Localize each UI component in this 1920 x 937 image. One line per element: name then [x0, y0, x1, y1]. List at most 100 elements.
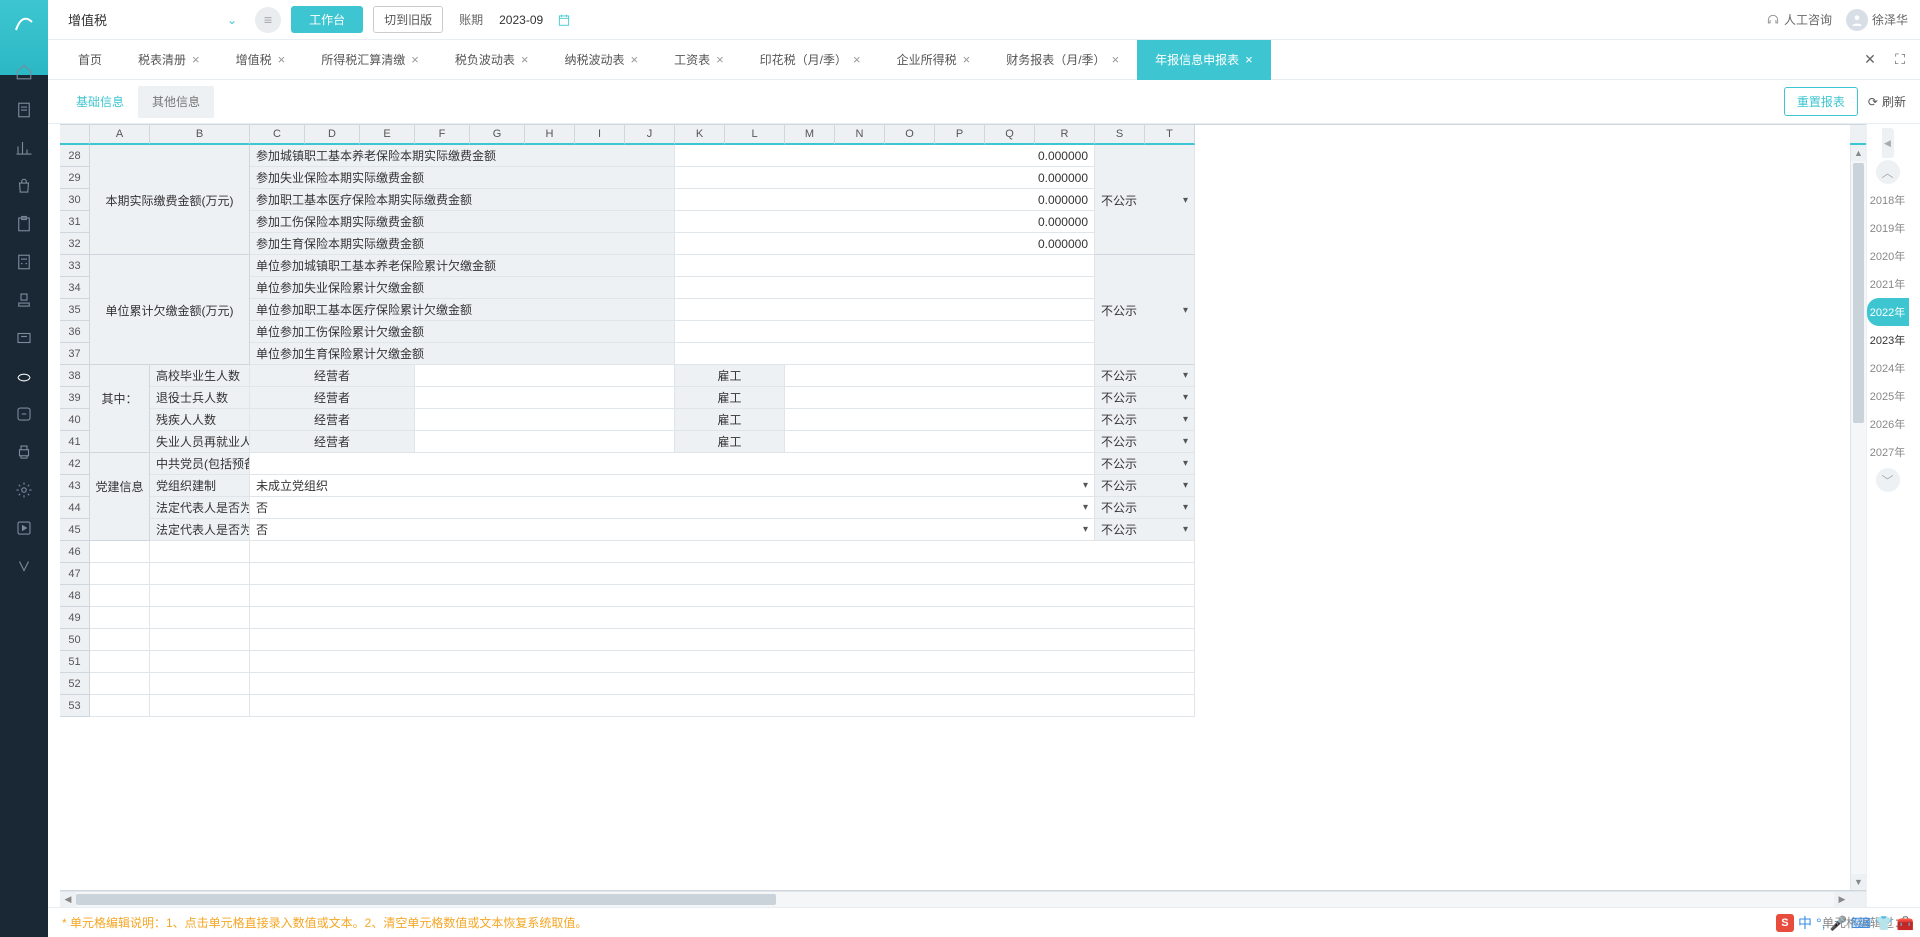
subtab-basic[interactable]: 基础信息 — [62, 86, 138, 118]
row-header-45[interactable]: 45 — [60, 519, 90, 541]
nav-link-icon[interactable] — [0, 396, 48, 432]
ime-toolbox-icon[interactable]: 🧰 — [1897, 915, 1914, 932]
tab-close-icon[interactable]: × — [853, 52, 861, 67]
row-header-43[interactable]: 43 — [60, 475, 90, 497]
tab-纳税波动表[interactable]: 纳税波动表× — [546, 40, 656, 80]
ime-skin-icon[interactable]: 👕 — [1875, 915, 1892, 932]
row-header-33[interactable]: 33 — [60, 255, 90, 277]
publish-cell[interactable] — [1095, 233, 1195, 255]
cell[interactable] — [90, 607, 150, 629]
row-header-38[interactable]: 38 — [60, 365, 90, 387]
col-header-F[interactable]: F — [415, 125, 470, 145]
row-header-39[interactable]: 39 — [60, 387, 90, 409]
col-header-K[interactable]: K — [675, 125, 725, 145]
row-header-37[interactable]: 37 — [60, 343, 90, 365]
tab-close-icon[interactable]: × — [963, 52, 971, 67]
tab-年报信息申报表[interactable]: 年报信息申报表× — [1137, 40, 1271, 80]
tab-税表清册[interactable]: 税表清册× — [120, 40, 218, 80]
nav-chart-icon[interactable] — [0, 130, 48, 166]
tab-close-icon[interactable]: × — [630, 52, 638, 67]
cell[interactable] — [250, 585, 1195, 607]
row-header-44[interactable]: 44 — [60, 497, 90, 519]
user-menu[interactable]: 徐泽华 — [1846, 9, 1908, 31]
cell[interactable] — [150, 563, 250, 585]
publish-cell[interactable] — [1095, 167, 1195, 189]
ime-mic-icon[interactable]: 🎤 — [1829, 915, 1846, 932]
select-cell[interactable]: 未成立党组织 — [250, 475, 1095, 497]
cell[interactable] — [250, 563, 1195, 585]
cell[interactable] — [250, 607, 1195, 629]
publish-cell[interactable]: 不公示 — [1095, 453, 1195, 475]
tab-close-all-button[interactable]: ✕ — [1858, 48, 1882, 72]
tab-税负波动表[interactable]: 税负波动表× — [437, 40, 547, 80]
row-header-53[interactable]: 53 — [60, 695, 90, 717]
col-header-G[interactable]: G — [470, 125, 525, 145]
row-header-35[interactable]: 35 — [60, 299, 90, 321]
cell[interactable] — [90, 585, 150, 607]
nav-active-icon[interactable] — [0, 358, 48, 394]
col-header-D[interactable]: D — [305, 125, 360, 145]
col-header-L[interactable]: L — [725, 125, 785, 145]
year-2023年[interactable]: 2023年 — [1867, 326, 1909, 354]
tab-close-icon[interactable]: × — [521, 52, 529, 67]
year-2019年[interactable]: 2019年 — [1867, 214, 1909, 242]
value-cell[interactable]: 0.000000 — [675, 233, 1095, 255]
tab-首页[interactable]: 首页 — [60, 40, 120, 80]
publish-cell[interactable] — [1095, 277, 1195, 299]
tab-所得税汇算清缴[interactable]: 所得税汇算清缴× — [303, 40, 437, 80]
col-header-O[interactable]: O — [885, 125, 935, 145]
value-cell[interactable] — [675, 299, 1095, 321]
year-2022年[interactable]: 2022年 — [1867, 298, 1909, 326]
col-header-Q[interactable]: Q — [985, 125, 1035, 145]
value-cell[interactable] — [415, 431, 675, 453]
vertical-scrollbar[interactable]: ▲ ▼ — [1850, 145, 1866, 890]
nav-calc-icon[interactable] — [0, 244, 48, 280]
row-header-50[interactable]: 50 — [60, 629, 90, 651]
row-header-52[interactable]: 52 — [60, 673, 90, 695]
publish-cell[interactable]: 不公示 — [1095, 299, 1195, 321]
col-header-H[interactable]: H — [525, 125, 575, 145]
cell[interactable] — [90, 651, 150, 673]
cell[interactable] — [90, 695, 150, 717]
publish-cell[interactable] — [1095, 211, 1195, 233]
reset-report-button[interactable]: 重置报表 — [1784, 87, 1858, 116]
publish-cell[interactable]: 不公示 — [1095, 365, 1195, 387]
publish-cell[interactable] — [1095, 145, 1195, 167]
value-cell[interactable]: 0.000000 — [675, 145, 1095, 167]
row-header-46[interactable]: 46 — [60, 541, 90, 563]
row-header-30[interactable]: 30 — [60, 189, 90, 211]
switch-old-button[interactable]: 切到旧版 — [373, 6, 443, 33]
col-header-E[interactable]: E — [360, 125, 415, 145]
cell[interactable] — [90, 541, 150, 563]
cell[interactable] — [150, 651, 250, 673]
nav-gear-icon[interactable] — [0, 472, 48, 508]
row-header-47[interactable]: 47 — [60, 563, 90, 585]
value-cell[interactable] — [785, 387, 1095, 409]
row-header-40[interactable]: 40 — [60, 409, 90, 431]
value-cell[interactable] — [675, 343, 1095, 365]
value-cell[interactable] — [785, 431, 1095, 453]
publish-cell[interactable]: 不公示 — [1095, 519, 1195, 541]
publish-cell[interactable]: 不公示 — [1095, 387, 1195, 409]
tab-财务报表（月/季）[interactable]: 财务报表（月/季）× — [988, 40, 1137, 80]
period-value[interactable]: 2023-09 — [499, 13, 543, 27]
publish-cell[interactable] — [1095, 321, 1195, 343]
ime-s-icon[interactable]: S — [1776, 914, 1794, 932]
value-cell[interactable] — [250, 453, 1095, 475]
col-header-S[interactable]: S — [1095, 125, 1145, 145]
cell[interactable] — [150, 695, 250, 717]
col-header-I[interactable]: I — [575, 125, 625, 145]
nav-bill-icon[interactable] — [0, 320, 48, 356]
year-2027年[interactable]: 2027年 — [1867, 438, 1909, 466]
publish-cell[interactable]: 不公示 — [1095, 189, 1195, 211]
publish-cell[interactable] — [1095, 343, 1195, 365]
row-header-42[interactable]: 42 — [60, 453, 90, 475]
value-cell[interactable] — [415, 387, 675, 409]
tab-close-icon[interactable]: × — [192, 52, 200, 67]
year-up-button[interactable]: ︿ — [1876, 160, 1900, 184]
year-2026年[interactable]: 2026年 — [1867, 410, 1909, 438]
col-header-C[interactable]: C — [250, 125, 305, 145]
ime-cn-icon[interactable]: 中 — [1798, 913, 1812, 933]
tab-close-icon[interactable]: × — [1245, 52, 1253, 67]
row-header-49[interactable]: 49 — [60, 607, 90, 629]
